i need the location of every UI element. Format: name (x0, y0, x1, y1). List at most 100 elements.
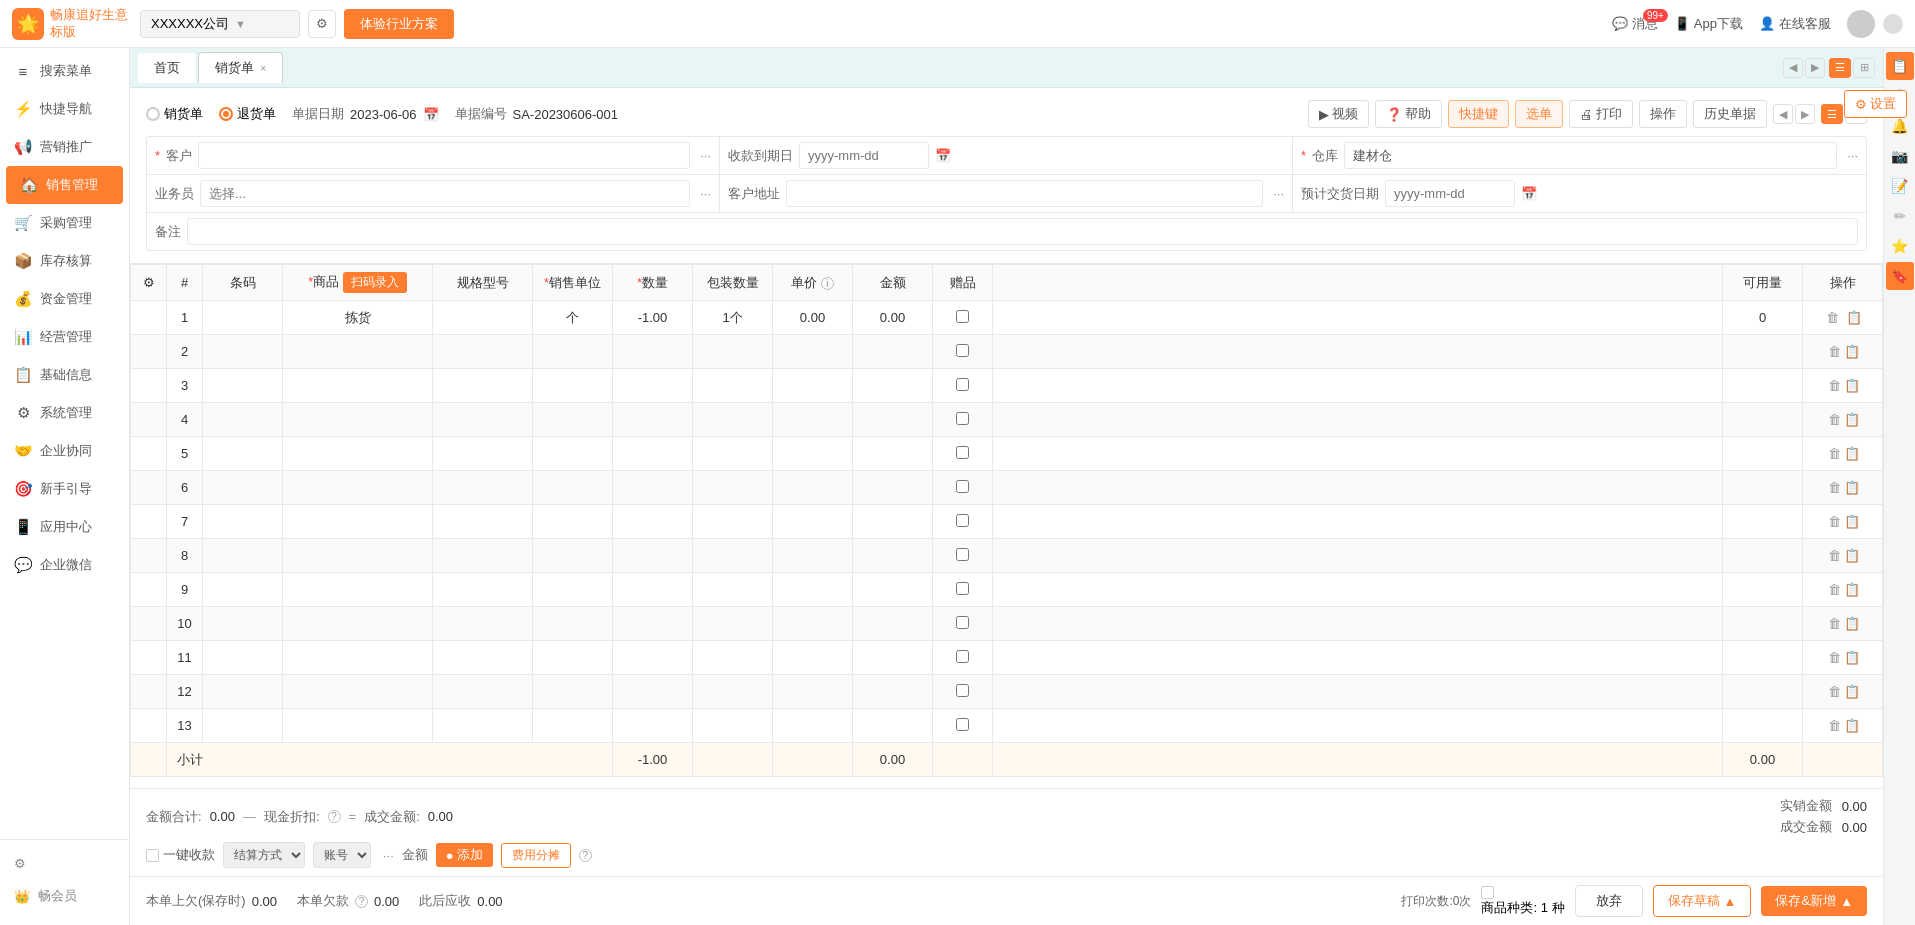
radio-sale[interactable]: 销货单 (146, 105, 203, 123)
row-barcode-1[interactable] (203, 301, 283, 335)
sidebar-item-finance[interactable]: 💰 资金管理 (0, 280, 129, 318)
sidebar-item-guide[interactable]: 🎯 新手引导 (0, 470, 129, 508)
sidebar-item-basic-info[interactable]: 📋 基础信息 (0, 356, 129, 394)
delete-icon-1[interactable]: 🗑 (1826, 310, 1839, 325)
salesperson-dots[interactable]: ··· (700, 186, 711, 201)
copy-icon-12[interactable]: 📋 (1844, 684, 1860, 699)
form-settings-btn[interactable]: ⚙ 设置 (1844, 90, 1883, 118)
tab-home[interactable]: 首页 (138, 53, 196, 83)
copy-icon-9[interactable]: 📋 (1844, 582, 1860, 597)
customer-dots[interactable]: ··· (700, 148, 711, 163)
copy-icon-5[interactable]: 📋 (1844, 446, 1860, 461)
row-amount-1[interactable]: 0.00 (853, 301, 933, 335)
copy-icon-6[interactable]: 📋 (1844, 480, 1860, 495)
online-service-btn[interactable]: 👤 在线客服 (1759, 15, 1831, 33)
delete-icon-12[interactable]: 🗑 (1828, 684, 1841, 699)
gift-checkbox-12[interactable] (956, 684, 969, 697)
help-btn[interactable]: ❓ 帮助 (1375, 100, 1442, 128)
sidebar-item-wechat[interactable]: 💬 企业微信 (0, 546, 129, 584)
addr-dots[interactable]: ··· (1273, 186, 1284, 201)
warehouse-dots[interactable]: ··· (1847, 148, 1858, 163)
row-product-1[interactable]: 拣货 (283, 301, 433, 335)
shortcut-btn[interactable]: 快捷键 (1448, 100, 1509, 128)
tab-sales-order[interactable]: 销货单 × (198, 52, 283, 83)
copy-icon-7[interactable]: 📋 (1844, 514, 1860, 529)
message-btn[interactable]: 💬 消息 99+ (1612, 15, 1658, 33)
delete-icon-9[interactable]: 🗑 (1828, 582, 1841, 597)
delete-icon-2[interactable]: 🗑 (1828, 344, 1841, 359)
account-select[interactable]: 账号 (313, 842, 371, 868)
list-view-btn[interactable]: ☰ (1829, 58, 1851, 78)
customer-input[interactable] (198, 142, 690, 169)
form-list-view[interactable]: ☰ (1821, 104, 1843, 124)
sidebar-item-quick-nav[interactable]: ⚡ 快捷导航 (0, 90, 129, 128)
discount-info-icon[interactable]: ? (328, 810, 341, 823)
row-pkgqty-1[interactable]: 1个 (693, 301, 773, 335)
sidebar-item-search[interactable]: ≡ 搜索菜单 (0, 52, 129, 90)
expense-button[interactable]: 费用分摊 (501, 843, 571, 868)
row-spec-1[interactable] (433, 301, 533, 335)
row-gift-1[interactable] (933, 301, 993, 335)
delete-icon-10[interactable]: 🗑 (1828, 616, 1841, 631)
customer-addr-input[interactable] (786, 180, 1263, 207)
rt-btn-4[interactable]: 📷 (1886, 142, 1914, 170)
copy-icon-13[interactable]: 📋 (1844, 718, 1860, 733)
delete-icon-4[interactable]: 🗑 (1828, 412, 1841, 427)
delete-icon-13[interactable]: 🗑 (1828, 718, 1841, 733)
delete-icon-3[interactable]: 🗑 (1828, 378, 1841, 393)
next-arrow[interactable]: ▶ (1805, 58, 1825, 78)
gift-checkbox-4[interactable] (956, 412, 969, 425)
trial-button[interactable]: 体验行业方案 (344, 9, 454, 39)
delete-icon-6[interactable]: 🗑 (1828, 480, 1841, 495)
sidebar-bottom-member[interactable]: 👑 畅会员 (0, 879, 129, 913)
rt-btn-1[interactable]: 📋 (1886, 52, 1914, 80)
gift-checkbox-10[interactable] (956, 616, 969, 629)
gift-checkbox-13[interactable] (956, 718, 969, 731)
sidebar-item-app-center[interactable]: 📱 应用中心 (0, 508, 129, 546)
copy-icon-11[interactable]: 📋 (1844, 650, 1860, 665)
due-date-cal-icon[interactable]: 📅 (935, 148, 951, 163)
gift-checkbox-7[interactable] (956, 514, 969, 527)
app-download-btn[interactable]: 📱 App下载 (1674, 15, 1743, 33)
pick-btn[interactable]: 选单 (1515, 100, 1563, 128)
product-kind-checkbox[interactable] (1481, 886, 1564, 899)
gift-checkbox-8[interactable] (956, 548, 969, 561)
sidebar-item-marketing[interactable]: 📢 营销推广 (0, 128, 129, 166)
due-date-input[interactable] (799, 142, 929, 169)
gift-checkbox-2[interactable] (956, 344, 969, 357)
copy-icon-2[interactable]: 📋 (1844, 344, 1860, 359)
delete-icon-5[interactable]: 🗑 (1828, 446, 1841, 461)
copy-icon-1[interactable]: 📋 (1846, 310, 1862, 325)
save-new-button[interactable]: 保存&新增 ▲ (1761, 886, 1867, 916)
row-unit-1[interactable]: 个 (533, 301, 613, 335)
account-dots[interactable]: ··· (383, 848, 394, 863)
gift-checkbox-6[interactable] (956, 480, 969, 493)
scan-button[interactable]: 扫码录入 (343, 272, 407, 293)
user-avatar[interactable] (1847, 10, 1875, 38)
save-draft-button[interactable]: 保存草稿 ▲ (1653, 885, 1752, 917)
company-select[interactable]: XXXXXX公司 ▼ (140, 10, 300, 38)
sidebar-item-operations[interactable]: 📊 经营管理 (0, 318, 129, 356)
overdue-info-icon[interactable]: ? (355, 895, 368, 908)
warehouse-input[interactable] (1344, 142, 1837, 169)
sidebar-item-sales[interactable]: 🏠 销售管理 (6, 166, 123, 204)
gift-checkbox-5[interactable] (956, 446, 969, 459)
gift-checkbox-3[interactable] (956, 378, 969, 391)
price-info-icon[interactable]: i (821, 277, 834, 290)
rt-btn-7[interactable]: ⭐ (1886, 232, 1914, 260)
row-price-1[interactable]: 0.00 (773, 301, 853, 335)
video-btn[interactable]: ▶ 视频 (1308, 100, 1369, 128)
radio-return[interactable]: 退货单 (219, 105, 276, 123)
sidebar-item-system[interactable]: ⚙ 系统管理 (0, 394, 129, 432)
delete-icon-7[interactable]: 🗑 (1828, 514, 1841, 529)
gift-checkbox-9[interactable] (956, 582, 969, 595)
copy-icon-8[interactable]: 📋 (1844, 548, 1860, 563)
copy-icon-3[interactable]: 📋 (1844, 378, 1860, 393)
gift-checkbox-1[interactable] (956, 310, 969, 323)
expected-cal-icon[interactable]: 📅 (1521, 186, 1537, 201)
tab-close-icon[interactable]: × (260, 62, 266, 74)
form-prev-arrow[interactable]: ◀ (1773, 104, 1793, 124)
sidebar-item-purchase[interactable]: 🛒 采购管理 (0, 204, 129, 242)
user-avatar2[interactable] (1883, 14, 1903, 34)
rt-btn-6[interactable]: ✏ (1886, 202, 1914, 230)
